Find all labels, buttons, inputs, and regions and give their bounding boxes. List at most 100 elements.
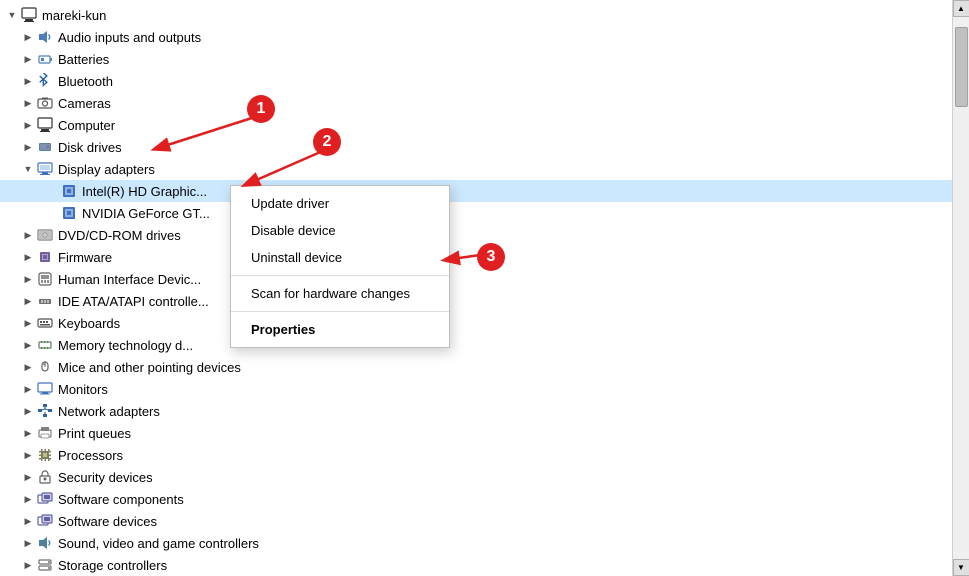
mice-label: Mice and other pointing devices <box>58 360 241 375</box>
cameras-icon <box>36 94 54 112</box>
hid-label: Human Interface Devic... <box>58 272 201 287</box>
firmware-label: Firmware <box>58 250 112 265</box>
processors-label: Processors <box>58 448 123 463</box>
intel-icon <box>60 182 78 200</box>
context-menu-scan-hardware[interactable]: Scan for hardware changes <box>231 280 449 307</box>
nvidia-label: NVIDIA GeForce GT... <box>82 206 210 221</box>
bluetooth-label: Bluetooth <box>58 74 113 89</box>
annotation-1: 1 <box>247 95 275 123</box>
keyboards-label: Keyboards <box>58 316 120 331</box>
scrollbar: ▲ ▼ <box>952 0 969 576</box>
disk-chevron <box>20 139 36 155</box>
tree-root[interactable]: mareki-kun <box>0 4 952 26</box>
software-dev-label: Software devices <box>58 514 157 529</box>
tree-item-mice[interactable]: Mice and other pointing devices <box>0 356 952 378</box>
monitors-chevron <box>20 381 36 397</box>
display-chevron <box>20 161 36 177</box>
tree-item-memory[interactable]: Memory technology d... <box>0 334 952 356</box>
print-chevron <box>20 425 36 441</box>
tree-item-bluetooth[interactable]: Bluetooth <box>0 70 952 92</box>
tree-item-security[interactable]: Security devices <box>0 466 952 488</box>
computer-chevron <box>20 117 36 133</box>
scroll-track[interactable] <box>953 17 969 559</box>
storage-icon <box>36 556 54 574</box>
tree-item-audio[interactable]: Audio inputs and outputs <box>0 26 952 48</box>
tree-item-monitors[interactable]: Monitors <box>0 378 952 400</box>
ide-chevron <box>20 293 36 309</box>
tree-item-dvd[interactable]: DVD/CD-ROM drives <box>0 224 952 246</box>
firmware-icon <box>36 248 54 266</box>
memory-label: Memory technology d... <box>58 338 193 353</box>
scroll-thumb[interactable] <box>955 27 968 107</box>
mice-icon <box>36 358 54 376</box>
tree-item-cameras[interactable]: Cameras <box>0 92 952 114</box>
tree-item-batteries[interactable]: Batteries <box>0 48 952 70</box>
context-menu-disable-device[interactable]: Disable device <box>231 217 449 244</box>
disk-icon <box>36 138 54 156</box>
scroll-up-button[interactable]: ▲ <box>953 0 969 17</box>
tree-item-network[interactable]: Network adapters <box>0 400 952 422</box>
memory-chevron <box>20 337 36 353</box>
scroll-down-button[interactable]: ▼ <box>953 559 969 576</box>
computer-label: Computer <box>58 118 115 133</box>
network-chevron <box>20 403 36 419</box>
tree-item-intel[interactable]: Intel(R) HD Graphic... <box>0 180 952 202</box>
mice-chevron <box>20 359 36 375</box>
computer-icon <box>20 6 38 24</box>
storage-chevron <box>20 557 36 573</box>
batteries-label: Batteries <box>58 52 109 67</box>
annotation-3: 3 <box>477 243 505 271</box>
memory-icon <box>36 336 54 354</box>
storage-label: Storage controllers <box>58 558 167 573</box>
processors-icon <box>36 446 54 464</box>
device-manager-panel: mareki-kun Audio inputs and outputs Batt… <box>0 0 952 576</box>
software-dev-chevron <box>20 513 36 529</box>
tree-item-computer[interactable]: Computer <box>0 114 952 136</box>
keyboards-chevron <box>20 315 36 331</box>
tree-item-display[interactable]: Display adapters <box>0 158 952 180</box>
processors-chevron <box>20 447 36 463</box>
dvd-icon <box>36 226 54 244</box>
batteries-chevron <box>20 51 36 67</box>
keyboards-icon <box>36 314 54 332</box>
monitors-icon <box>36 380 54 398</box>
ide-icon <box>36 292 54 310</box>
print-icon <box>36 424 54 442</box>
context-menu-update-driver[interactable]: Update driver <box>231 190 449 217</box>
tree-item-storage[interactable]: Storage controllers <box>0 554 952 576</box>
sound2-icon <box>36 534 54 552</box>
audio-icon <box>36 28 54 46</box>
nvidia-icon <box>60 204 78 222</box>
tree-item-hid[interactable]: Human Interface Devic... <box>0 268 952 290</box>
tree-item-nvidia[interactable]: NVIDIA GeForce GT... <box>0 202 952 224</box>
network-label: Network adapters <box>58 404 160 419</box>
cameras-chevron <box>20 95 36 111</box>
tree-item-ide[interactable]: IDE ATA/ATAPI controlle... <box>0 290 952 312</box>
security-icon <box>36 468 54 486</box>
bluetooth-chevron <box>20 73 36 89</box>
tree-item-firmware[interactable]: Firmware <box>0 246 952 268</box>
firmware-chevron <box>20 249 36 265</box>
context-menu-separator-1 <box>231 275 449 276</box>
ide-label: IDE ATA/ATAPI controlle... <box>58 294 209 309</box>
hid-chevron <box>20 271 36 287</box>
tree-item-software-dev[interactable]: Software devices <box>0 510 952 532</box>
software-comp-icon <box>36 490 54 508</box>
audio-chevron <box>20 29 36 45</box>
tree-item-processors[interactable]: Processors <box>0 444 952 466</box>
security-chevron <box>20 469 36 485</box>
print-label: Print queues <box>58 426 131 441</box>
tree-item-keyboards[interactable]: Keyboards <box>0 312 952 334</box>
hid-icon <box>36 270 54 288</box>
intel-label: Intel(R) HD Graphic... <box>82 184 207 199</box>
tree-item-disk[interactable]: Disk drives <box>0 136 952 158</box>
tree-item-print[interactable]: Print queues <box>0 422 952 444</box>
context-menu-properties[interactable]: Properties <box>231 316 449 343</box>
software-dev-icon <box>36 512 54 530</box>
device-tree: mareki-kun Audio inputs and outputs Batt… <box>0 0 952 576</box>
tree-item-software-comp[interactable]: Software components <box>0 488 952 510</box>
context-menu-uninstall-device[interactable]: Uninstall device <box>231 244 449 271</box>
computer-tree-icon <box>36 116 54 134</box>
cameras-label: Cameras <box>58 96 111 111</box>
tree-item-sound2[interactable]: Sound, video and game controllers <box>0 532 952 554</box>
